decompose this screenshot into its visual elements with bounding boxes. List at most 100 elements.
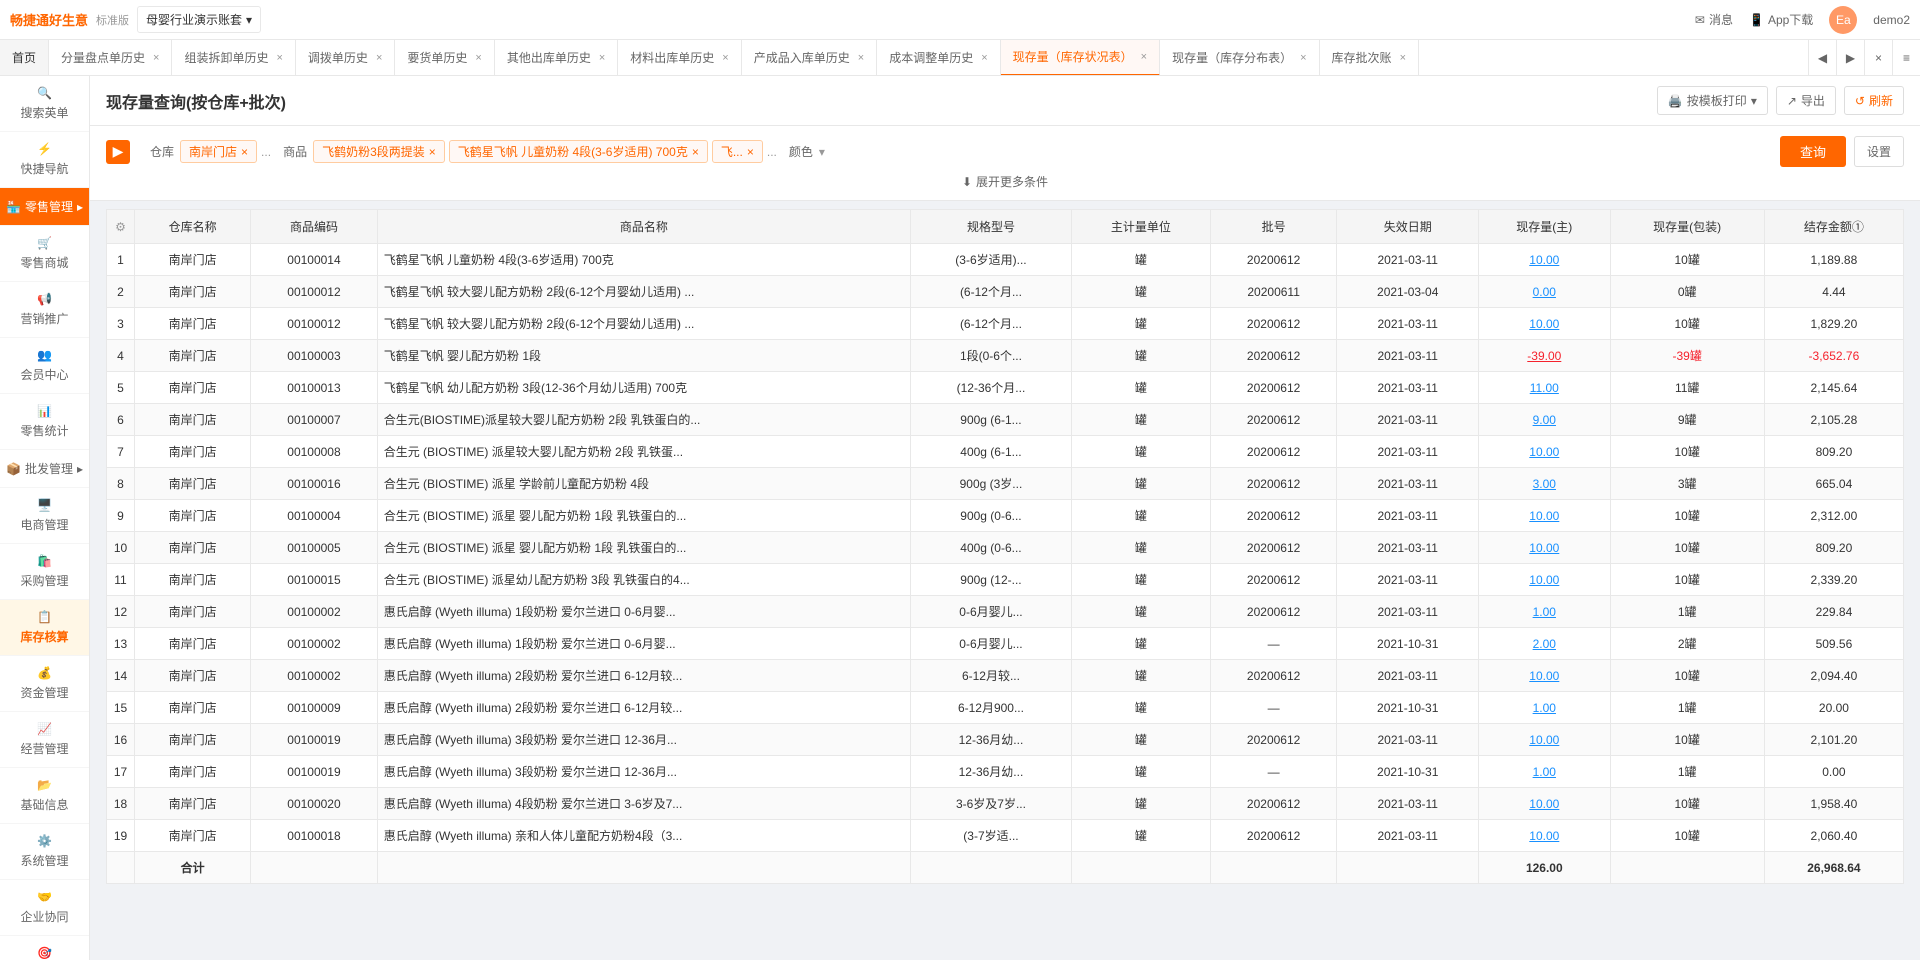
td-qty[interactable]: 0.00 — [1479, 276, 1610, 308]
tab-batch-close[interactable]: × — [1400, 52, 1406, 64]
sidebar-item-retail[interactable]: 🏪 零售管理 ▸ — [0, 188, 89, 226]
tab-borrow-close[interactable]: × — [475, 52, 481, 64]
tab-mix-close[interactable]: × — [376, 52, 382, 64]
export-btn[interactable]: ↗ 导出 — [1776, 86, 1836, 115]
td-qty[interactable]: 10.00 — [1479, 660, 1610, 692]
qty-link[interactable]: 1.00 — [1533, 605, 1556, 619]
product-filter-more[interactable]: ... — [767, 145, 777, 159]
td-qty[interactable]: 11.00 — [1479, 372, 1610, 404]
qty-link[interactable]: 10.00 — [1529, 829, 1559, 843]
tab-more-btn[interactable]: ≡ — [1892, 40, 1920, 76]
td-qty[interactable]: 10.00 — [1479, 564, 1610, 596]
tab-mix[interactable]: 调拨单历史 × — [296, 40, 395, 76]
td-qty[interactable]: 10.00 — [1479, 500, 1610, 532]
td-qty[interactable]: 1.00 — [1479, 596, 1610, 628]
tab-cost-adjust-close[interactable]: × — [981, 52, 987, 64]
qty-link[interactable]: 0.00 — [1533, 285, 1556, 299]
qty-link[interactable]: -39.00 — [1527, 349, 1561, 363]
sidebar-item-retail-stats[interactable]: 📊 零售统计 — [0, 394, 89, 450]
sidebar-item-purchase[interactable]: 🛍️ 采购管理 — [0, 544, 89, 600]
warehouse-tag-close[interactable]: × — [241, 145, 248, 159]
tab-other-out[interactable]: 其他出库单历史 × — [495, 40, 618, 76]
td-qty[interactable]: 1.00 — [1479, 756, 1610, 788]
warehouse-filter-more[interactable]: ... — [261, 145, 271, 159]
qty-link[interactable]: 11.00 — [1530, 381, 1559, 395]
sidebar-item-operation[interactable]: 📈 经营管理 — [0, 712, 89, 768]
tab-disassemble-close[interactable]: × — [276, 52, 282, 64]
td-qty[interactable]: -39.00 — [1479, 340, 1610, 372]
sidebar-item-inventory[interactable]: 📋 库存核算 — [0, 600, 89, 656]
tab-product-in-close[interactable]: × — [858, 52, 864, 64]
td-qty[interactable]: 10.00 — [1479, 724, 1610, 756]
refresh-btn[interactable]: ↺ 刷新 — [1844, 86, 1904, 115]
tab-split-close[interactable]: × — [153, 52, 159, 64]
sidebar-item-member[interactable]: 👥 会员中心 — [0, 338, 89, 394]
qty-link[interactable]: 10.00 — [1529, 317, 1559, 331]
print-btn[interactable]: 🖨️ 按模板打印 ▾ — [1657, 86, 1768, 115]
tab-batch[interactable]: 库存批次账 × — [1320, 40, 1419, 76]
tab-stock-dist[interactable]: 现存量（库存分布表） × — [1160, 40, 1319, 76]
product-tag-3-close[interactable]: × — [747, 145, 754, 159]
td-qty[interactable]: 10.00 — [1479, 244, 1610, 276]
filter-expand-btn[interactable]: ⬇ 展开更多条件 — [106, 173, 1904, 190]
sidebar-item-wholesale[interactable]: 📦 批发管理 ▸ — [0, 450, 89, 488]
td-qty[interactable]: 10.00 — [1479, 820, 1610, 852]
avatar[interactable]: Ea — [1829, 6, 1857, 34]
qty-link[interactable]: 1.00 — [1533, 701, 1556, 715]
sidebar-item-newguide[interactable]: 🎯 新手引导 — [0, 936, 89, 960]
qty-link[interactable]: 10.00 — [1529, 733, 1559, 747]
account-dropdown[interactable]: 母婴行业演示账套 ▾ — [137, 6, 261, 33]
qty-link[interactable]: 10.00 — [1529, 253, 1559, 267]
tab-split[interactable]: 分量盘点单历史 × — [49, 40, 172, 76]
qty-link[interactable]: 10.00 — [1529, 797, 1559, 811]
sidebar-item-finance[interactable]: 💰 资金管理 — [0, 656, 89, 712]
qty-link[interactable]: 1.00 — [1533, 765, 1556, 779]
setting-btn[interactable]: 设置 — [1854, 136, 1904, 167]
qty-link[interactable]: 2.00 — [1533, 637, 1556, 651]
sidebar-item-marketing[interactable]: 📢 营销推广 — [0, 282, 89, 338]
tab-other-out-close[interactable]: × — [599, 52, 605, 64]
filter-expand-arrow[interactable]: ▶ — [106, 140, 130, 164]
td-qty[interactable]: 10.00 — [1479, 436, 1610, 468]
tab-close-all-btn[interactable]: × — [1864, 40, 1892, 76]
sidebar-item-coop[interactable]: 🤝 企业协同 — [0, 880, 89, 936]
tab-prev-btn[interactable]: ◀ — [1808, 40, 1836, 76]
messages-btn[interactable]: ✉ 消息 — [1695, 11, 1733, 28]
sidebar-item-retail-shop[interactable]: 🛒 零售商城 — [0, 226, 89, 282]
qty-link[interactable]: 10.00 — [1529, 669, 1559, 683]
tab-borrow[interactable]: 要货单历史 × — [395, 40, 494, 76]
td-qty[interactable]: 10.00 — [1479, 788, 1610, 820]
sidebar-item-system[interactable]: ⚙️ 系统管理 — [0, 824, 89, 880]
td-qty[interactable]: 1.00 — [1479, 692, 1610, 724]
qty-link[interactable]: 10.00 — [1529, 573, 1559, 587]
product-tag-2-close[interactable]: × — [692, 145, 699, 159]
sidebar-item-search[interactable]: 🔍 搜索英单 — [0, 76, 89, 132]
query-btn[interactable]: 查询 — [1780, 136, 1846, 167]
td-qty[interactable]: 10.00 — [1479, 308, 1610, 340]
tab-stock-status-close[interactable]: × — [1141, 51, 1147, 63]
qty-link[interactable]: 10.00 — [1529, 509, 1559, 523]
app-download-btn[interactable]: 📱 App下载 — [1749, 11, 1813, 28]
qty-link[interactable]: 3.00 — [1533, 477, 1556, 491]
tab-stock-dist-close[interactable]: × — [1300, 52, 1306, 64]
color-dropdown-arrow[interactable]: ▾ — [819, 145, 825, 159]
column-settings-icon[interactable]: ⚙ — [115, 220, 126, 234]
product-tag-1-close[interactable]: × — [429, 145, 436, 159]
td-qty[interactable]: 2.00 — [1479, 628, 1610, 660]
tab-next-btn[interactable]: ▶ — [1836, 40, 1864, 76]
td-qty[interactable]: 10.00 — [1479, 532, 1610, 564]
tab-cost-adjust[interactable]: 成本调整单历史 × — [877, 40, 1000, 76]
qty-link[interactable]: 9.00 — [1533, 413, 1556, 427]
sidebar-item-basic[interactable]: 📂 基础信息 — [0, 768, 89, 824]
td-qty[interactable]: 9.00 — [1479, 404, 1610, 436]
sidebar-item-quicknav[interactable]: ⚡ 快捷导航 — [0, 132, 89, 188]
qty-link[interactable]: 10.00 — [1529, 541, 1559, 555]
tab-home[interactable]: 首页 — [0, 40, 49, 76]
tab-product-in[interactable]: 产成品入库单历史 × — [742, 40, 877, 76]
sidebar-item-ecommerce[interactable]: 🖥️ 电商管理 — [0, 488, 89, 544]
td-qty[interactable]: 3.00 — [1479, 468, 1610, 500]
tab-stock-status[interactable]: 现存量（库存状况表） × — [1001, 40, 1160, 76]
qty-link[interactable]: 10.00 — [1529, 445, 1559, 459]
tab-disassemble[interactable]: 组装拆卸单历史 × — [172, 40, 295, 76]
tab-material-out-close[interactable]: × — [722, 52, 728, 64]
